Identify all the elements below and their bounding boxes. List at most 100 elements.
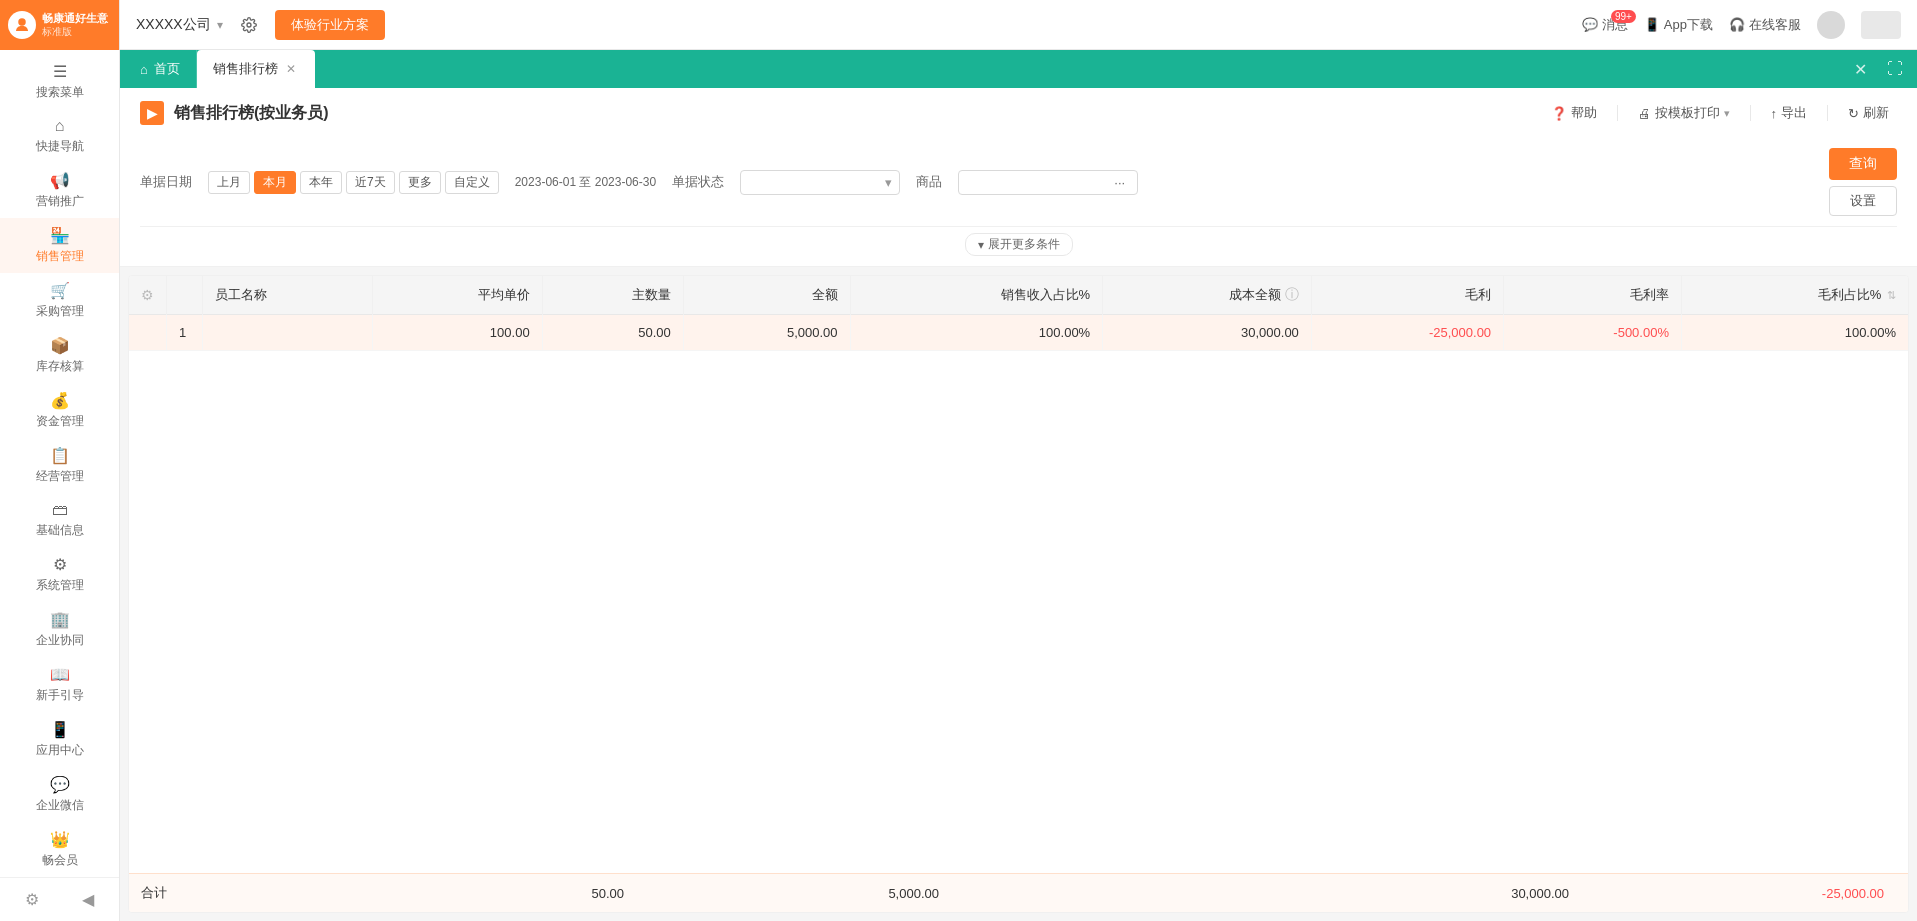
sort-icon[interactable]: ⇅ — [1887, 289, 1896, 301]
filter-row: 单据日期 上月 本月 本年 近7天 更多 自定义 2023-06-01 至 20… — [140, 138, 1897, 226]
app-download-btn[interactable]: 📱 App下载 — [1644, 16, 1713, 34]
query-button[interactable]: 查询 — [1829, 148, 1897, 180]
tab-expand-icon[interactable]: ⛶ — [1881, 58, 1909, 80]
sidebar-item-search-order[interactable]: ☰ 搜索菜单 — [0, 54, 119, 109]
page-actions: ❓ 帮助 🖨 按模板打印 ▾ ↑ 导出 — [1543, 100, 1898, 126]
sidebar-collapse-btn[interactable]: ◀ — [78, 886, 98, 913]
col-rank — [167, 276, 203, 315]
footer-empty-pct — [951, 886, 1266, 901]
settings-button[interactable]: 设置 — [1829, 186, 1897, 216]
sidebar-footer: ⚙ ◀ — [0, 877, 119, 921]
company-selector[interactable]: XXXXX公司 ▾ — [136, 16, 223, 34]
sidebar-item-operations[interactable]: 📋 经营管理 — [0, 438, 119, 493]
sidebar-item-quick-nav[interactable]: ⌂ 快捷导航 — [0, 109, 119, 163]
sidebar-item-inventory[interactable]: 📦 库存核算 — [0, 328, 119, 383]
header-settings-btn[interactable] — [235, 11, 263, 39]
col-quantity: 主数量 — [542, 276, 683, 315]
operations-icon: 📋 — [50, 446, 70, 465]
status-select[interactable] — [740, 170, 900, 195]
date-btn-prev-month[interactable]: 上月 — [208, 171, 250, 194]
refresh-btn[interactable]: ↻ 刷新 — [1840, 100, 1897, 126]
sidebar-item-guide[interactable]: 📖 新手引导 — [0, 657, 119, 712]
help-label: 帮助 — [1571, 104, 1597, 122]
sidebar-item-apps[interactable]: 📱 应用中心 — [0, 712, 119, 767]
refresh-label: 刷新 — [1863, 104, 1889, 122]
expand-chevron-icon: ▾ — [978, 238, 984, 252]
footer-quantity: 50.00 — [321, 886, 636, 901]
date-btn-current-month[interactable]: 本月 — [254, 171, 296, 194]
col-profit-rate: 毛利率 — [1504, 276, 1682, 315]
sidebar-item-label: 搜索菜单 — [36, 84, 84, 101]
tab-window-close-icon[interactable]: ✕ — [1848, 58, 1873, 81]
sidebar-item-marketing[interactable]: 📢 营销推广 — [0, 163, 119, 218]
col-profit: 毛利 — [1311, 276, 1503, 315]
sidebar-item-wechat[interactable]: 💬 企业微信 — [0, 767, 119, 822]
date-btn-current-year[interactable]: 本年 — [300, 171, 342, 194]
cell-profit-rate: -500.00% — [1504, 315, 1682, 351]
expand-conditions-btn[interactable]: ▾ 展开更多条件 — [965, 233, 1073, 256]
basics-icon: 🗃 — [52, 501, 68, 519]
column-settings-icon[interactable]: ⚙ — [141, 287, 154, 303]
online-service-btn[interactable]: 🎧 在线客服 — [1729, 16, 1801, 34]
sidebar-settings-btn[interactable]: ⚙ — [21, 886, 43, 913]
sidebar-item-label: 基础信息 — [36, 522, 84, 539]
footer-amount: 5,000.00 — [636, 886, 951, 901]
sidebar-item-basics[interactable]: 🗃 基础信息 — [0, 493, 119, 547]
goods-filter-input[interactable]: ··· — [958, 170, 1138, 195]
guide-icon: 📖 — [50, 665, 70, 684]
logo-icon — [8, 11, 36, 39]
query-btn-area: 查询 设置 — [1829, 148, 1897, 216]
user-avatar[interactable] — [1817, 11, 1845, 39]
expand-conditions-label: 展开更多条件 — [988, 236, 1060, 253]
sidebar-item-label: 库存核算 — [36, 358, 84, 375]
sidebar-item-purchase[interactable]: 🛒 采购管理 — [0, 273, 119, 328]
company-name: XXXXX公司 — [136, 16, 211, 34]
print-icon: 🖨 — [1638, 106, 1651, 121]
cost-help-icon[interactable]: ⓘ — [1285, 286, 1299, 302]
sidebar-item-member[interactable]: 👑 畅会员 — [0, 822, 119, 877]
footer-profit: -25,000.00 — [1581, 886, 1896, 901]
trial-button[interactable]: 体验行业方案 — [275, 10, 385, 40]
date-btn-custom[interactable]: 自定义 — [445, 171, 499, 194]
message-icon: 💬 — [1582, 17, 1598, 32]
sidebar-nav: ☰ 搜索菜单 ⌂ 快捷导航 📢 营销推广 🏪 销售管理 🛒 采购管理 📦 库存核… — [0, 50, 119, 877]
goods-dots[interactable]: ··· — [1110, 175, 1129, 190]
sidebar-item-label: 快捷导航 — [36, 138, 84, 155]
home-icon: ⌂ — [140, 62, 148, 77]
sidebar-item-finance[interactable]: 💰 资金管理 — [0, 383, 119, 438]
export-btn[interactable]: ↑ 导出 — [1763, 100, 1816, 126]
help-btn[interactable]: ❓ 帮助 — [1543, 100, 1605, 126]
sidebar: 畅康通好生意 标准版 ☰ 搜索菜单 ⌂ 快捷导航 📢 营销推广 🏪 销售管理 🛒… — [0, 0, 120, 921]
sidebar-item-label: 资金管理 — [36, 413, 84, 430]
divider3 — [1827, 105, 1828, 121]
tab-home-label: 首页 — [154, 60, 180, 78]
tab-sales-rank[interactable]: 销售排行榜 ✕ — [197, 50, 315, 88]
message-btn[interactable]: 💬 消息 99+ — [1582, 16, 1628, 34]
tab-home[interactable]: ⌂ 首页 — [124, 50, 197, 88]
sidebar-item-sales[interactable]: 🏪 销售管理 — [0, 218, 119, 273]
page-content: ▶ 销售排行榜(按业务员) ❓ 帮助 🖨 按模板打印 ▾ — [120, 88, 1917, 921]
cell-sales-pct: 100.00% — [850, 315, 1103, 351]
sidebar-item-system[interactable]: ⚙ 系统管理 — [0, 547, 119, 602]
expand-arrow-btn[interactable]: ▶ — [140, 101, 164, 125]
inventory-icon: 📦 — [50, 336, 70, 355]
date-range-text: 2023-06-01 至 2023-06-30 — [515, 174, 656, 191]
expand-row: ▾ 展开更多条件 — [140, 226, 1897, 266]
sidebar-logo: 畅康通好生意 标准版 — [0, 0, 119, 50]
date-btn-last-7-days[interactable]: 近7天 — [346, 171, 395, 194]
logo-line2: 标准版 — [42, 26, 108, 38]
status-select-wrapper — [740, 170, 900, 195]
sidebar-item-enterprise[interactable]: 🏢 企业协同 — [0, 602, 119, 657]
col-profit-pct: 毛利占比% ⇅ — [1681, 276, 1908, 315]
date-btn-more[interactable]: 更多 — [399, 171, 441, 194]
print-chevron-icon: ▾ — [1724, 107, 1730, 120]
sidebar-item-label: 企业微信 — [36, 797, 84, 814]
tab-close-icon[interactable]: ✕ — [284, 62, 298, 76]
company-chevron-icon: ▾ — [217, 18, 223, 32]
template-print-btn[interactable]: 🖨 按模板打印 ▾ — [1630, 100, 1738, 126]
col-sales-pct: 销售收入占比% — [850, 276, 1103, 315]
svg-point-0 — [18, 18, 26, 26]
sidebar-item-label: 营销推广 — [36, 193, 84, 210]
export-label: 导出 — [1781, 104, 1807, 122]
page-header: ▶ 销售排行榜(按业务员) ❓ 帮助 🖨 按模板打印 ▾ — [120, 88, 1917, 267]
